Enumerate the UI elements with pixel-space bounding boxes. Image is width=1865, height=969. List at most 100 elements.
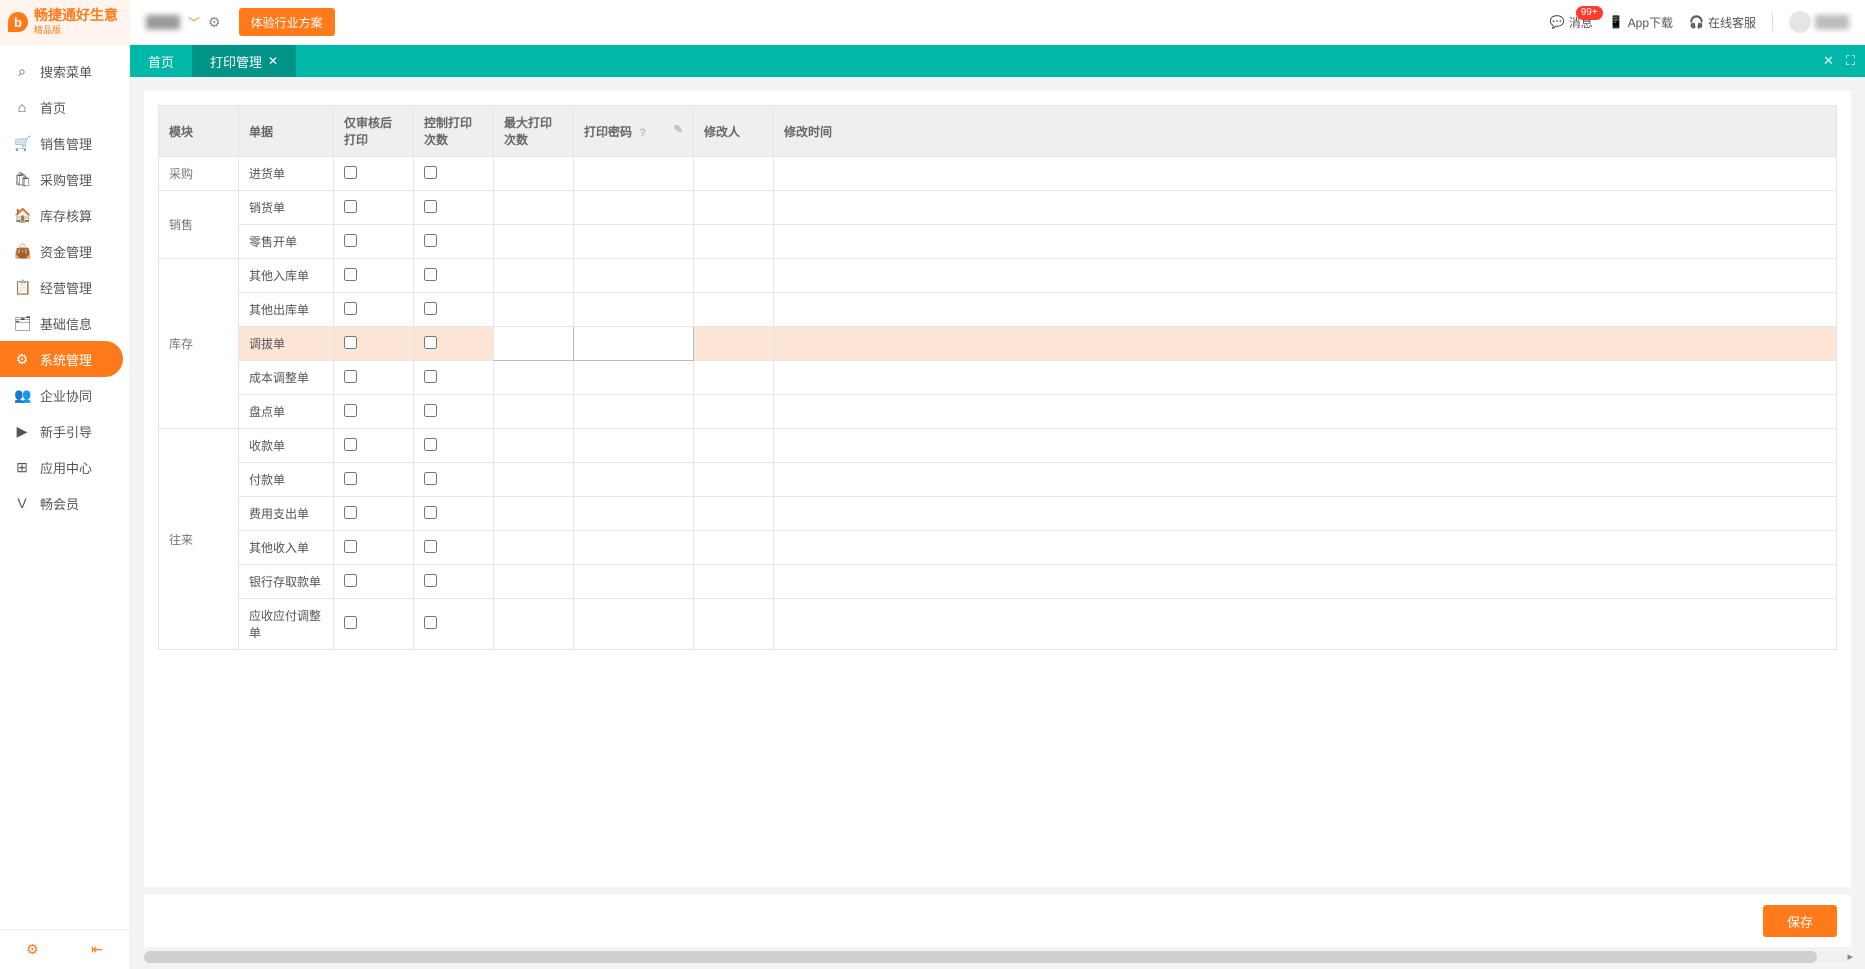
cell-modify-time: [774, 565, 1837, 599]
audit-print-checkbox[interactable]: [344, 472, 357, 485]
headset-icon: 🎧: [1689, 15, 1704, 29]
cell-password[interactable]: [574, 327, 694, 361]
th-bill: 单据: [239, 106, 334, 157]
cell-modifier: [694, 565, 774, 599]
app-download-link[interactable]: 📱 App下载: [1609, 14, 1673, 31]
sidebar-item-0[interactable]: ⌕搜索菜单: [0, 53, 129, 89]
cell-ctrl-count: [414, 225, 494, 259]
sidebar-item-11[interactable]: ⊞应用中心: [0, 449, 129, 485]
audit-print-checkbox[interactable]: [344, 336, 357, 349]
password-input[interactable]: [574, 327, 693, 360]
sidebar-item-3[interactable]: 🛍采购管理: [0, 161, 129, 197]
sidebar-item-7[interactable]: 🗂基础信息: [0, 305, 129, 341]
table-row: 成本调整单: [159, 361, 1837, 395]
audit-print-checkbox[interactable]: [344, 234, 357, 247]
cell-password: [574, 531, 694, 565]
ctrl-count-checkbox[interactable]: [424, 302, 437, 315]
settings-icon[interactable]: ⚙: [26, 941, 39, 958]
tab-home-label: 首页: [148, 52, 174, 71]
sidebar-item-6[interactable]: 📋经营管理: [0, 269, 129, 305]
sidebar-item-label: 经营管理: [40, 278, 92, 297]
audit-print-checkbox[interactable]: [344, 506, 357, 519]
ctrl-count-checkbox[interactable]: [424, 404, 437, 417]
online-service-label: 在线客服: [1708, 14, 1756, 31]
sidebar-item-label: 应用中心: [40, 458, 92, 477]
sidebar-item-5[interactable]: 👜资金管理: [0, 233, 129, 269]
sidebar-item-4[interactable]: 🏠库存核算: [0, 197, 129, 233]
org-name: ████: [146, 15, 180, 29]
tab-active-label: 打印管理: [210, 52, 262, 71]
tab-print-management[interactable]: 打印管理 ✕: [192, 45, 296, 77]
cell-modifier: [694, 497, 774, 531]
cell-module: 销售: [159, 191, 239, 259]
cell-audit-print: [334, 599, 414, 650]
sidebar-item-9[interactable]: 👥企业协同: [0, 377, 129, 413]
audit-print-checkbox[interactable]: [344, 574, 357, 587]
audit-print-checkbox[interactable]: [344, 540, 357, 553]
help-icon[interactable]: ?: [639, 127, 646, 139]
cell-max-count: [494, 395, 574, 429]
th-module: 模块: [159, 106, 239, 157]
cell-modify-time: [774, 259, 1837, 293]
cell-password: [574, 361, 694, 395]
industry-cta-button[interactable]: 体验行业方案: [239, 8, 335, 36]
close-all-icon[interactable]: ✕: [1823, 53, 1834, 69]
th-modifier: 修改人: [694, 106, 774, 157]
horizontal-scrollbar[interactable]: ▸: [144, 951, 1851, 963]
cell-modifier: [694, 599, 774, 650]
cell-module: 往来: [159, 429, 239, 650]
close-icon[interactable]: ✕: [268, 54, 278, 68]
ctrl-count-checkbox[interactable]: [424, 370, 437, 383]
th-modify-time: 修改时间: [774, 106, 1837, 157]
ctrl-count-checkbox[interactable]: [424, 616, 437, 629]
audit-print-checkbox[interactable]: [344, 438, 357, 451]
cell-audit-print: [334, 361, 414, 395]
cell-max-count: [494, 429, 574, 463]
cell-ctrl-count: [414, 191, 494, 225]
scrollbar-thumb[interactable]: [144, 951, 1817, 963]
ctrl-count-checkbox[interactable]: [424, 472, 437, 485]
ctrl-count-checkbox[interactable]: [424, 268, 437, 281]
audit-print-checkbox[interactable]: [344, 200, 357, 213]
cell-modify-time: [774, 395, 1837, 429]
cell-audit-print: [334, 225, 414, 259]
sidebar-item-2[interactable]: 🛒销售管理: [0, 125, 129, 161]
org-selector[interactable]: ████ ﹀ ⚙: [146, 14, 221, 31]
ctrl-count-checkbox[interactable]: [424, 166, 437, 179]
sidebar-item-1[interactable]: ⌂ 首页: [0, 89, 129, 125]
sidebar-item-label: 首页: [40, 98, 66, 117]
sidebar-item-icon: 👜: [14, 243, 30, 260]
collapse-icon[interactable]: ⇤: [91, 941, 103, 958]
fullscreen-icon[interactable]: ⛶: [1846, 53, 1855, 69]
max-count-input[interactable]: [494, 327, 573, 360]
online-service-link[interactable]: 🎧 在线客服: [1689, 14, 1756, 31]
audit-print-checkbox[interactable]: [344, 370, 357, 383]
ctrl-count-checkbox[interactable]: [424, 574, 437, 587]
table-header-row: 模块 单据 仅审核后打印 控制打印次数 最大打印次数 打印密码 ? ✎: [159, 106, 1837, 157]
audit-print-checkbox[interactable]: [344, 166, 357, 179]
ctrl-count-checkbox[interactable]: [424, 336, 437, 349]
sidebar-item-icon: ⌂: [14, 99, 30, 115]
cell-bill: 其他入库单: [239, 259, 334, 293]
scroll-right-icon[interactable]: ▸: [1847, 950, 1853, 963]
gear-icon[interactable]: ⚙: [208, 14, 221, 31]
ctrl-count-checkbox[interactable]: [424, 234, 437, 247]
audit-print-checkbox[interactable]: [344, 616, 357, 629]
ctrl-count-checkbox[interactable]: [424, 506, 437, 519]
ctrl-count-checkbox[interactable]: [424, 540, 437, 553]
tab-home[interactable]: 首页: [130, 45, 192, 77]
user-menu[interactable]: ████: [1789, 11, 1849, 33]
save-button[interactable]: 保存: [1763, 905, 1837, 937]
edit-icon[interactable]: ✎: [674, 123, 683, 136]
cell-modifier: [694, 225, 774, 259]
audit-print-checkbox[interactable]: [344, 404, 357, 417]
sidebar-item-12[interactable]: V畅会员: [0, 485, 129, 521]
ctrl-count-checkbox[interactable]: [424, 200, 437, 213]
audit-print-checkbox[interactable]: [344, 302, 357, 315]
audit-print-checkbox[interactable]: [344, 268, 357, 281]
sidebar-item-8[interactable]: ⚙系统管理: [0, 341, 123, 377]
messages-link[interactable]: 💬 消息 99+: [1550, 14, 1593, 31]
ctrl-count-checkbox[interactable]: [424, 438, 437, 451]
cell-max-count[interactable]: [494, 327, 574, 361]
sidebar-item-10[interactable]: ▶新手引导: [0, 413, 129, 449]
